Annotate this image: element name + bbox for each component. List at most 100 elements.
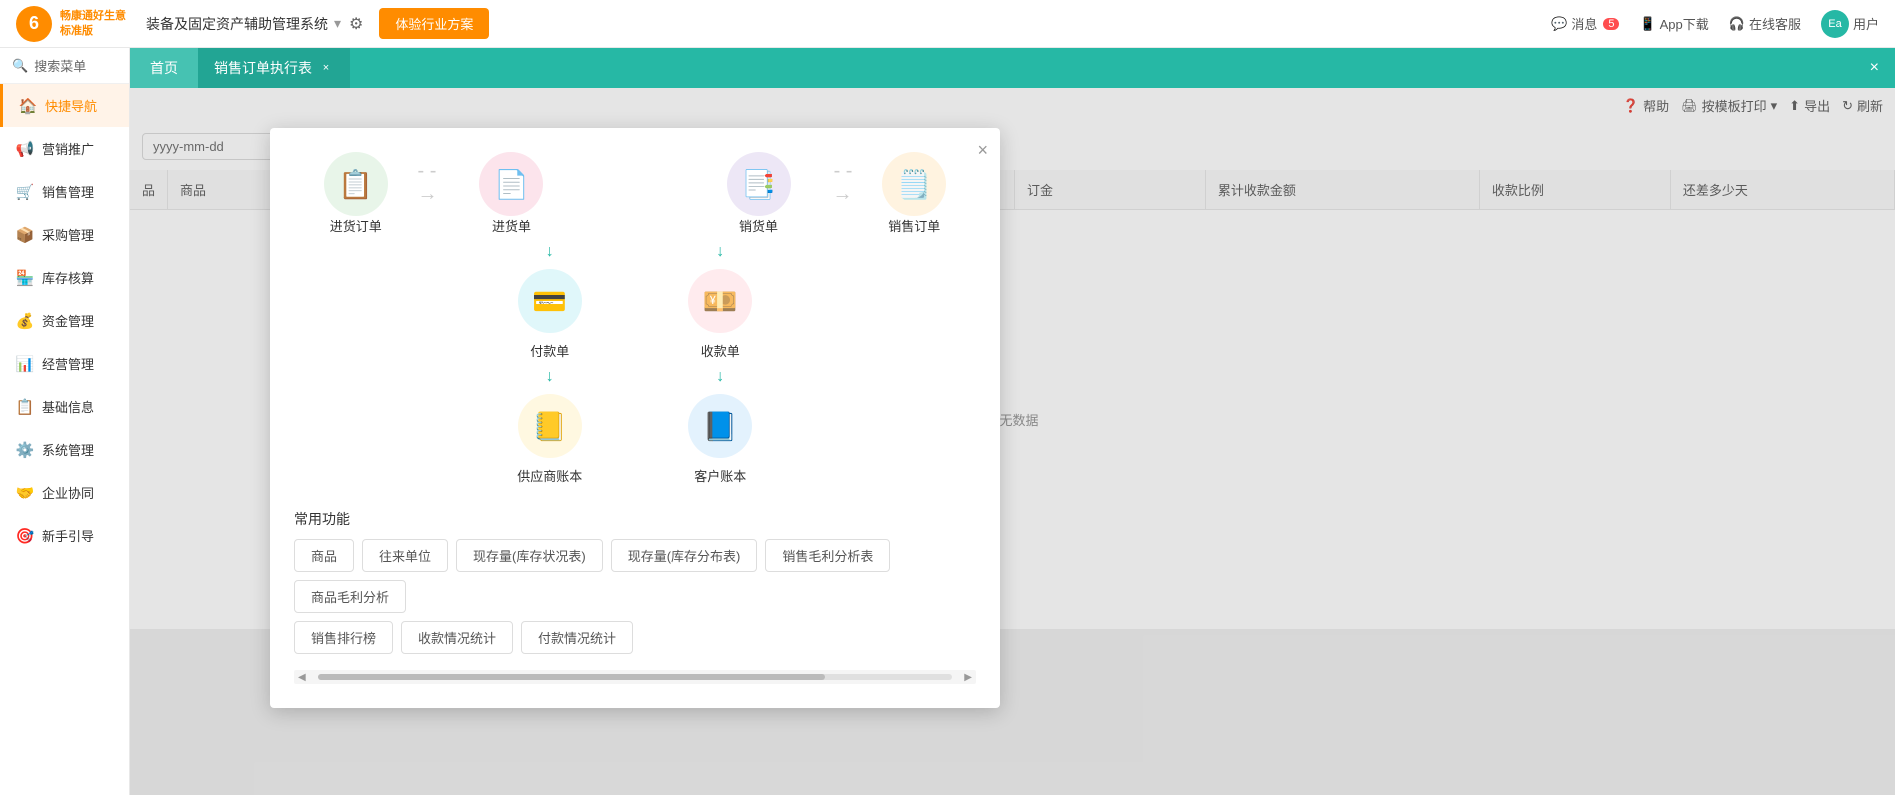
payment-label: 付款单 [530,341,569,360]
inventory-icon: 🏪 [16,269,34,287]
customer-ledger-icon: 📘 [703,410,738,443]
sidebar-item-sales[interactable]: 🛒 销售管理 [0,170,129,213]
sales-bill-circle[interactable]: 📑 [727,152,791,216]
func-btn-payment-stats[interactable]: 付款情况统计 [521,621,633,654]
newbie-icon: 🎯 [16,527,34,545]
tab-close-icon[interactable]: × [318,60,334,76]
func-btn-sales-profit[interactable]: 销售毛利分析表 [765,539,890,572]
top-right: 💬 消息 5 📱 App下载 🎧 在线客服 Ea 用户 [1551,10,1879,38]
tab-bar-close-icon[interactable]: × [1854,59,1895,77]
online-service-button[interactable]: 🎧 在线客服 [1729,14,1801,33]
sidebar-item-enterprise[interactable]: 🤝 企业协同 [0,471,129,514]
search-menu[interactable]: 🔍 搜索菜单 [0,48,129,84]
purchase-icon: 📦 [16,226,34,244]
sidebar: 🔍 搜索菜单 🏠 快捷导航 📢 营销推广 🛒 销售管理 📦 采购管理 🏪 [0,48,130,795]
receipt-label: 收款单 [701,341,740,360]
sales-order-icon: 🗒️ [897,168,932,201]
flow-top-row: 📋 进货订单 - - → 📄 [294,152,976,235]
sales-bill-icon: 📑 [741,168,776,201]
quick-nav-modal: × 📋 进货订单 [270,128,1000,708]
system-icon: ⚙️ [16,441,34,459]
system-name: 装备及固定资产辅助管理系统 ▾ [146,14,341,34]
payment-icon: 💳 [532,285,567,318]
spacer-5 [294,368,465,386]
common-functions-title: 常用功能 [294,509,976,529]
trial-button[interactable]: 体验行业方案 [379,8,489,39]
down-arrow-payment: ↓ [465,243,636,261]
supplier-ledger-icon: 📒 [532,410,567,443]
flow-bot-row: 📒 供应商账本 📘 客户账本 [294,394,976,485]
marketing-icon: 📢 [16,140,34,158]
supplier-ledger-circle[interactable]: 📒 [518,394,582,458]
func-btn-stock-dist[interactable]: 现存量(库存分布表) [611,539,758,572]
func-buttons-row1: 商品 往来单位 现存量(库存状况表) 现存量(库存分布表) 销售毛利分析表 商品… [294,539,976,613]
func-btn-stock-status[interactable]: 现存量(库存状况表) [456,539,603,572]
customer-ledger-circle[interactable]: 📘 [688,394,752,458]
func-btn-product[interactable]: 商品 [294,539,354,572]
logo-icon: 6 [16,6,52,42]
sales-icon: 🛒 [16,183,34,201]
sidebar-item-purchase[interactable]: 📦 采购管理 [0,213,129,256]
spacer-2 [806,243,977,261]
flow-diagram: 📋 进货订单 - - → 📄 [294,152,976,485]
arrow-right-1: - - → [418,160,450,228]
service-icon: 🎧 [1729,16,1745,32]
supplier-ledger-label: 供应商账本 [517,466,582,485]
tab-home[interactable]: 首页 [130,48,198,88]
flow-node-customer-ledger: 📘 客户账本 [635,394,806,485]
scroll-left-arrow[interactable]: ◀ [294,672,310,683]
flow-node-purchase-order: 📋 进货订单 [294,152,418,235]
tab-sales-order[interactable]: 销售订单执行表 × [198,48,350,88]
flow-node-purchase-bill: 📄 进货单 [450,152,574,235]
func-btn-sales-rank[interactable]: 销售排行榜 [294,621,393,654]
sidebar-item-newbie[interactable]: 🎯 新手引导 [0,514,129,557]
sales-order-circle[interactable]: 🗒️ [882,152,946,216]
main-content: ❓ 帮助 🖨 按模板打印 ▾ ⬆ 导出 ↻ [130,88,1895,795]
arrow-down-row-1: ↓ ↓ [294,243,976,261]
payment-circle[interactable]: 💳 [518,269,582,333]
flow-node-sales-order: 🗒️ 销售订单 [852,152,976,235]
func-btn-partner[interactable]: 往来单位 [362,539,448,572]
flow-node-supplier-ledger: 📒 供应商账本 [465,394,636,485]
func-btn-receipt-stats[interactable]: 收款情况统计 [401,621,513,654]
purchase-order-circle[interactable]: 📋 [324,152,388,216]
app-download-button[interactable]: 📱 App下载 [1639,14,1708,33]
sidebar-item-system[interactable]: ⚙️ 系统管理 [0,428,129,471]
home-icon: 🏠 [19,97,37,115]
receipt-circle[interactable]: 💴 [688,269,752,333]
user-menu[interactable]: Ea 用户 [1821,10,1879,38]
sidebar-item-marketing[interactable]: 📢 营销推广 [0,127,129,170]
sidebar-item-inventory[interactable]: 🏪 库存核算 [0,256,129,299]
horizontal-scrollbar[interactable]: ◀ ▶ [294,670,976,684]
arrow-down-row-2: ↓ ↓ [294,368,976,386]
sidebar-item-finance[interactable]: 💰 资金管理 [0,299,129,342]
tab-bar: 首页 销售订单执行表 × × [130,48,1895,88]
app-container: 6 畅康通好生意 标准版 装备及固定资产辅助管理系统 ▾ ⚙ 体验行业方案 💬 … [0,0,1895,795]
flow-node-sales-bill: 📑 销货单 [697,152,821,235]
down-arrow-customer: ↓ [635,368,806,386]
basic-info-icon: 📋 [16,398,34,416]
sidebar-item-operations[interactable]: 📊 经营管理 [0,342,129,385]
purchase-bill-icon: 📄 [494,168,529,201]
message-button[interactable]: 💬 消息 5 [1551,14,1619,33]
modal-overlay: × 📋 进货订单 [130,88,1895,795]
message-badge: 5 [1603,18,1619,30]
common-functions: 常用功能 商品 往来单位 现存量(库存状况表) 现存量(库存分布表) 销售毛利分… [294,509,976,654]
search-icon: 🔍 [12,58,28,74]
receipt-icon: 💴 [703,285,738,318]
func-btn-product-profit[interactable]: 商品毛利分析 [294,580,406,613]
sidebar-item-quick-nav[interactable]: 🏠 快捷导航 [0,84,129,127]
download-icon: 📱 [1639,16,1655,32]
purchase-bill-circle[interactable]: 📄 [479,152,543,216]
scroll-right-arrow[interactable]: ▶ [960,672,976,683]
sidebar-item-basic-info[interactable]: 📋 基础信息 [0,385,129,428]
purchase-order-icon: 📋 [338,168,373,201]
message-icon: 💬 [1551,16,1567,32]
settings-icon[interactable]: ⚙ [349,14,363,34]
down-arrow-receipt: ↓ [635,243,806,261]
dropdown-icon[interactable]: ▾ [334,15,341,32]
modal-close-button[interactable]: × [977,140,988,161]
down-arrow-supplier: ↓ [465,368,636,386]
main-area: 🔍 搜索菜单 🏠 快捷导航 📢 营销推广 🛒 销售管理 📦 采购管理 🏪 [0,48,1895,795]
spacer-1 [294,243,465,261]
